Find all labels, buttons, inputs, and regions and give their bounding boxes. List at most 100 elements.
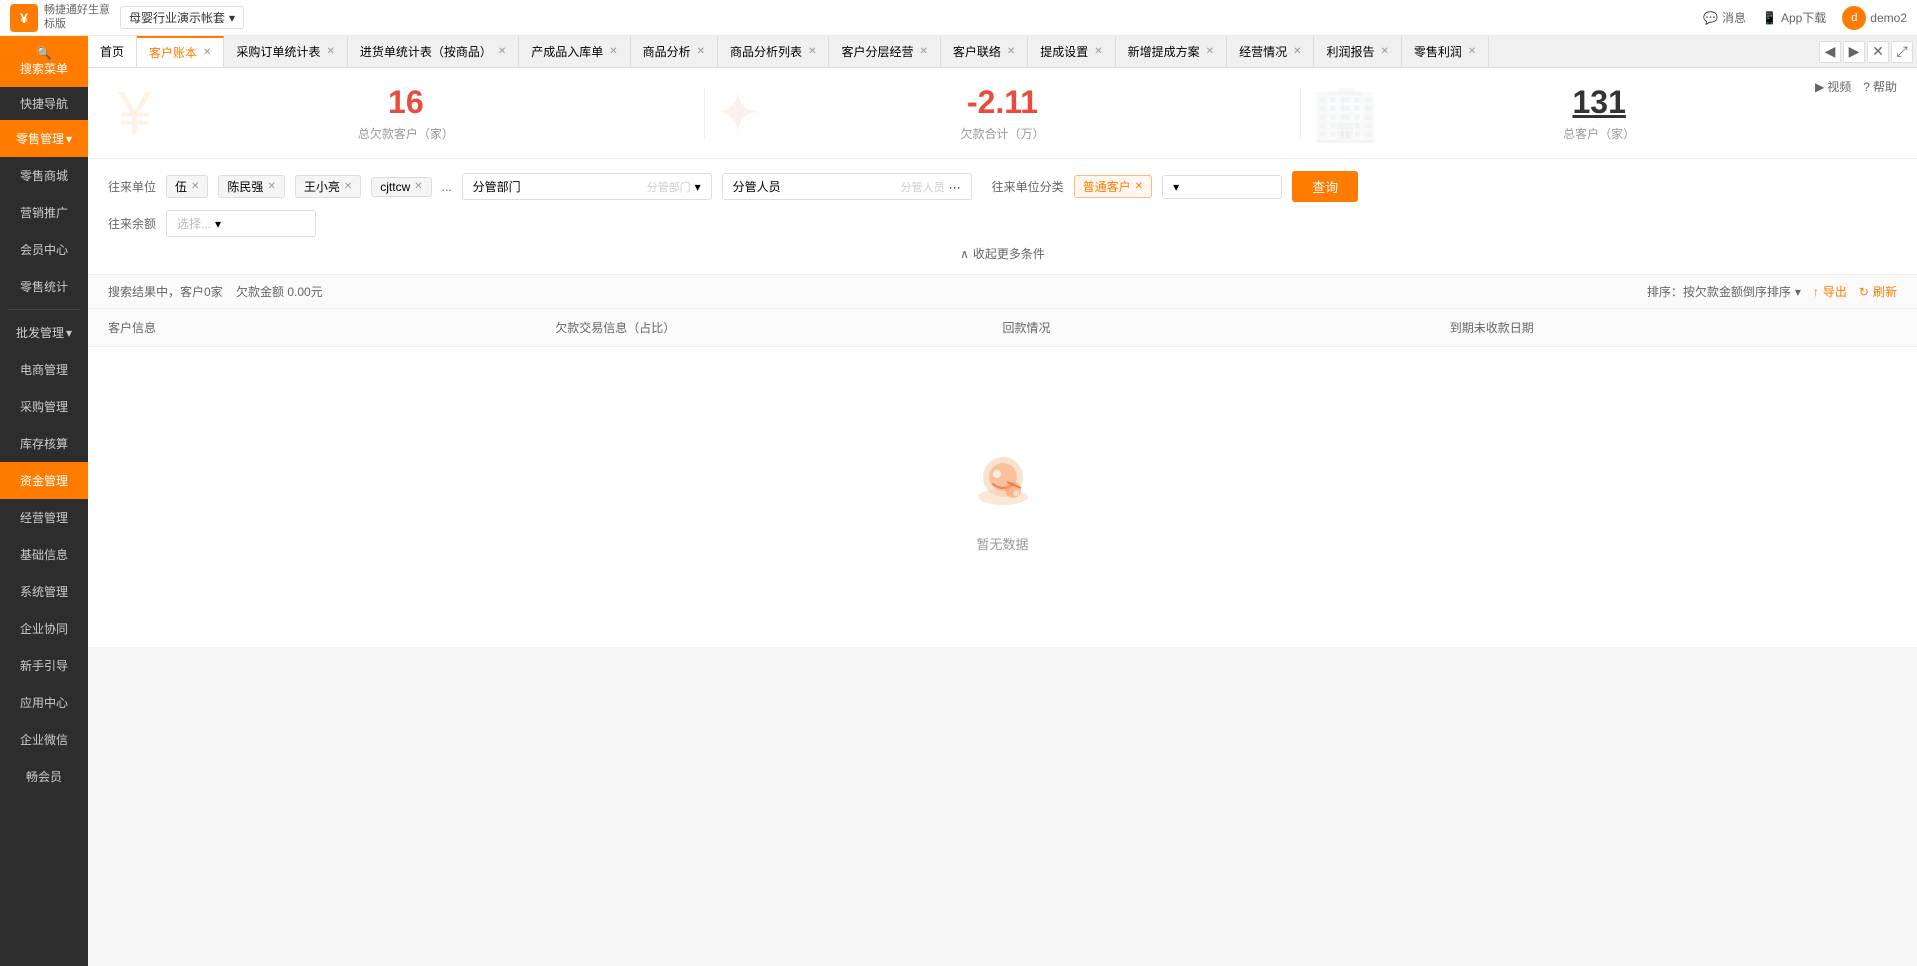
filter-tag-unit-all: 伍 ✕ — [166, 175, 208, 198]
chevron-unit-type: ▾ — [1173, 180, 1179, 194]
person-filter-select[interactable]: 分管人员 分管人员 ··· — [722, 173, 972, 200]
unit-type-label: 往来单位分类 — [992, 178, 1064, 195]
tab-customers[interactable]: 客户账本 ✕ — [137, 36, 224, 68]
tab-goods-analysis-list[interactable]: 商品分析列表 ✕ — [718, 36, 829, 68]
stat-debt-label: 欠款合计（万） — [725, 125, 1281, 142]
sidebar-item-capital[interactable]: 资金管理 — [0, 462, 88, 499]
tab-close-new-promotion[interactable]: ✕ — [1206, 46, 1214, 57]
stat-all-value: 131 — [1321, 84, 1877, 121]
tab-purchase-stats[interactable]: 进货单统计表（按商品） ✕ — [348, 36, 519, 68]
tab-close-retail-profit[interactable]: ✕ — [1468, 46, 1476, 57]
stat-customers-label: 总欠款客户（家） — [128, 125, 684, 142]
sidebar-item-enterprise-coop[interactable]: 企业协同 — [0, 610, 88, 647]
export-btn[interactable]: ↑ 导出 — [1813, 283, 1847, 300]
store-selector[interactable]: 母婴行业演示帐套 ▾ — [120, 6, 244, 29]
sidebar-item-ops[interactable]: 经营管理 — [0, 499, 88, 536]
col-repayment: 回款情况 — [1003, 319, 1450, 336]
sidebar-item-purchase[interactable]: 采购管理 — [0, 388, 88, 425]
content-area: ¥ 16 总欠款客户（家） ✦ -2.11 欠款合计（万） — [88, 68, 1917, 966]
tab-close-profit[interactable]: ✕ — [1381, 46, 1389, 57]
tab-promotion-settings[interactable]: 提成设置 ✕ — [1028, 36, 1115, 68]
filter-tag-unit-1: 陈民强 ✕ — [218, 175, 284, 198]
remove-unit-type[interactable]: ✕ — [1135, 181, 1143, 192]
logo-area: ¥ 畅捷通好生意 标版 — [10, 4, 110, 32]
tab-close-operations[interactable]: ✕ — [1293, 46, 1301, 57]
col-customer-info: 客户信息 — [108, 319, 555, 336]
messages-btn[interactable]: 💬 消息 — [1703, 9, 1746, 26]
filter-tag-unit-3: cjttcw ✕ — [371, 177, 431, 197]
balance-filter-label: 往来余额 — [108, 215, 156, 232]
tab-product-entry[interactable]: 产成品入库单 ✕ — [519, 36, 630, 68]
sidebar-item-sys-mgmt[interactable]: 系统管理 — [0, 573, 88, 610]
logo-text: 畅捷通好生意 标版 — [44, 4, 110, 30]
sidebar-item-retail-mall[interactable]: 零售商城 — [0, 157, 88, 194]
tab-close-promotion[interactable]: ✕ — [1094, 46, 1102, 57]
tab-scroll-left[interactable]: ◀ — [1819, 41, 1841, 63]
sidebar-item-app-center[interactable]: 应用中心 — [0, 684, 88, 721]
table-header: 客户信息 欠款交易信息（占比） 回款情况 到期未收款日期 — [88, 309, 1917, 347]
dept-filter-select[interactable]: 分管部门 分管部门 ▾ — [462, 173, 712, 200]
balance-select[interactable]: 选择... ▾ — [166, 210, 316, 237]
unit-type-dropdown[interactable]: ▾ — [1162, 175, 1282, 199]
tab-new-promotion[interactable]: 新增提成方案 ✕ — [1116, 36, 1227, 68]
stat-total-customers: ¥ 16 总欠款客户（家） — [108, 84, 704, 142]
query-button[interactable]: 查询 — [1292, 171, 1358, 202]
tab-close-goods-list[interactable]: ✕ — [808, 46, 816, 57]
top-right: 💬 消息 📱 App下载 d demo2 — [1703, 6, 1907, 30]
sidebar: 🔍 搜索菜单 快捷导航 零售管理 ▾ 零售商城 营销推广 会员中心 零售统计 批… — [0, 36, 88, 966]
tab-profit-report[interactable]: 利润报告 ✕ — [1314, 36, 1401, 68]
tab-close-customers[interactable]: ✕ — [203, 47, 211, 58]
sidebar-item-retail-mgmt[interactable]: 零售管理 ▾ — [0, 120, 88, 157]
tab-close-segment[interactable]: ✕ — [919, 46, 927, 57]
sidebar-item-retail-stats[interactable]: 零售统计 — [0, 268, 88, 305]
tab-retail-profit[interactable]: 零售利润 ✕ — [1402, 36, 1489, 68]
result-bar: 搜索结果中，客户0家 欠款金额 0.00元 排序：按欠款金额倒序排序 ▾ ↑ 导… — [88, 275, 1917, 309]
refresh-icon: ↻ — [1859, 285, 1869, 299]
expand-person: ··· — [949, 180, 961, 194]
user-menu[interactable]: d demo2 — [1842, 6, 1907, 30]
sidebar-item-ecommerce[interactable]: 电商管理 — [0, 351, 88, 388]
sidebar-item-member-center[interactable]: 会员中心 — [0, 231, 88, 268]
tab-close-contact[interactable]: ✕ — [1007, 46, 1015, 57]
remove-tag-unit-1[interactable]: ✕ — [267, 181, 275, 192]
stat-all-label: 总客户（家） — [1321, 125, 1877, 142]
top-bar: ¥ 畅捷通好生意 标版 母婴行业演示帐套 ▾ 💬 消息 📱 App下载 d de… — [0, 0, 1917, 36]
result-bar-right: 排序：按欠款金额倒序排序 ▾ ↑ 导出 ↻ 刷新 — [1647, 283, 1897, 300]
tab-close-goods-analysis[interactable]: ✕ — [697, 46, 705, 57]
sidebar-item-inventory[interactable]: 库存核算 — [0, 425, 88, 462]
sidebar-item-wholesale[interactable]: 批发管理 ▾ — [0, 314, 88, 351]
sort-select[interactable]: 排序：按欠款金额倒序排序 ▾ — [1647, 283, 1801, 300]
tab-customer-segment[interactable]: 客户分层经营 ✕ — [829, 36, 940, 68]
remove-tag-unit-3[interactable]: ✕ — [414, 181, 422, 192]
logo-icon: ¥ — [10, 4, 38, 32]
sidebar-search[interactable]: 🔍 搜索菜单 — [0, 36, 88, 87]
col-debt-info: 欠款交易信息（占比） — [555, 319, 1002, 336]
tab-bar-actions: ◀ ▶ ✕ ⤢ — [1815, 41, 1917, 63]
sidebar-item-basic-info[interactable]: 基础信息 — [0, 536, 88, 573]
tab-home[interactable]: 首页 — [88, 36, 137, 68]
sidebar-item-enterprise-wechat[interactable]: 企业微信 — [0, 721, 88, 758]
tab-customer-contact[interactable]: 客户联络 ✕ — [941, 36, 1028, 68]
app-download-btn[interactable]: 📱 App下载 — [1762, 9, 1826, 26]
tab-close-purchase-orders[interactable]: ✕ — [326, 46, 334, 57]
sidebar-quick-nav[interactable]: 快捷导航 — [0, 87, 88, 120]
remove-tag-unit-0[interactable]: ✕ — [191, 181, 199, 192]
sidebar-item-super-member[interactable]: 畅会员 — [0, 758, 88, 795]
tab-maximize[interactable]: ⤢ — [1891, 41, 1913, 63]
unit-filter-label: 往来单位 — [108, 178, 156, 195]
filter-more-tags[interactable]: ... — [442, 180, 452, 194]
sidebar-item-new-guide[interactable]: 新手引导 — [0, 647, 88, 684]
tab-close-purchase-stats[interactable]: ✕ — [498, 46, 506, 57]
filter-row-1: 往来单位 伍 ✕ 陈民强 ✕ 王小亮 ✕ cjttcw — [108, 171, 1897, 202]
refresh-btn[interactable]: ↻ 刷新 — [1859, 283, 1897, 300]
tab-goods-analysis[interactable]: 商品分析 ✕ — [631, 36, 718, 68]
chevron-sort: ▾ — [1795, 285, 1801, 299]
tab-close-all[interactable]: ✕ — [1867, 41, 1889, 63]
sidebar-item-marketing[interactable]: 营销推广 — [0, 194, 88, 231]
collapse-filter-btn[interactable]: ∧ 收起更多条件 — [960, 245, 1045, 262]
tab-purchase-orders[interactable]: 采购订单统计表 ✕ — [224, 36, 347, 68]
remove-tag-unit-2[interactable]: ✕ — [344, 181, 352, 192]
tab-close-product-entry[interactable]: ✕ — [609, 46, 617, 57]
tab-scroll-right[interactable]: ▶ — [1843, 41, 1865, 63]
tab-operations[interactable]: 经营情况 ✕ — [1227, 36, 1314, 68]
